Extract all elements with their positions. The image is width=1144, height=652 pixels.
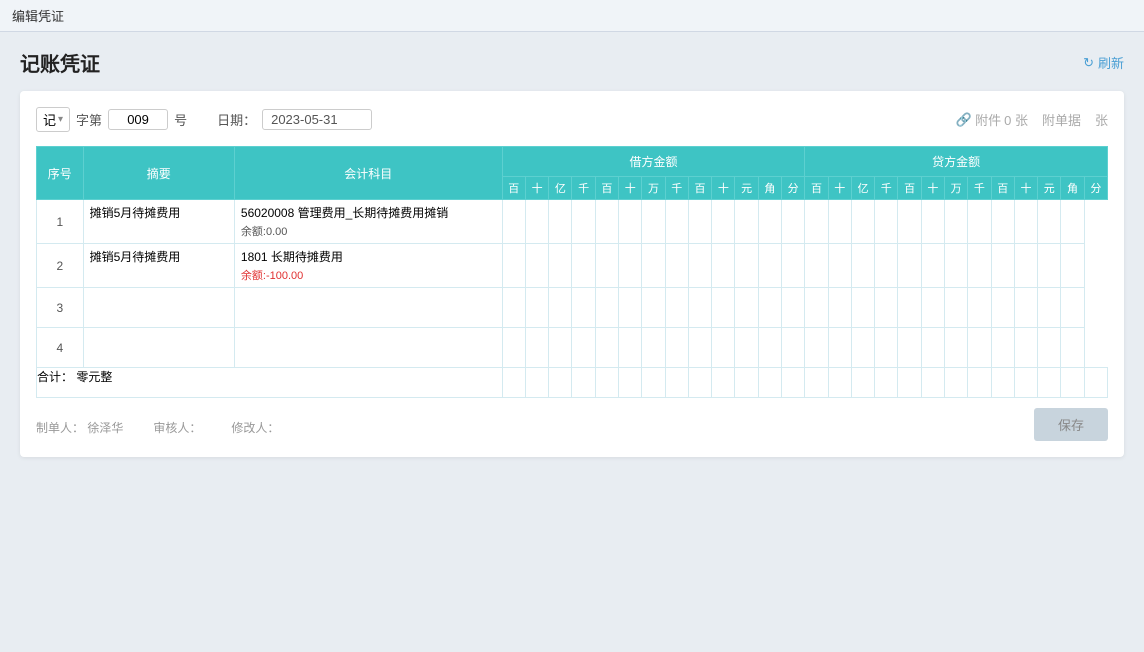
chevron-down-icon: ▾: [58, 114, 63, 125]
table-wrapper: 序号 摘要 会计科目 借方金额 贷方金额: [36, 146, 1108, 398]
ji-select[interactable]: 记 ▾: [36, 107, 70, 132]
abstract-cell[interactable]: [83, 288, 234, 328]
col-abstract-header: 摘要: [83, 147, 234, 200]
col-credit-header: 贷方金额: [805, 147, 1108, 177]
abstract-cell[interactable]: [83, 328, 234, 368]
creator-field: 制单人： 徐泽华: [36, 419, 123, 436]
number-input[interactable]: [108, 109, 168, 130]
fj-label: 附单据: [1042, 113, 1081, 128]
refresh-icon: ↻: [1083, 55, 1094, 71]
summary-label: 合计：: [37, 370, 73, 384]
date-field: 日期：: [197, 109, 372, 130]
attachment-count: 0 张: [1004, 110, 1028, 129]
right-actions: 🔗 附件 0 张 附单据 张: [956, 110, 1108, 129]
table-row: 1 摊销5月待摊费用 56020008 管理费用_长期待摊费用摊销 余额:0.0…: [37, 200, 1108, 244]
summary-cell: 合计： 零元整: [37, 368, 503, 398]
date-input[interactable]: [262, 109, 372, 130]
save-button[interactable]: 保存: [1034, 408, 1108, 441]
window-title: 编辑凭证: [12, 9, 64, 24]
abstract-cell[interactable]: 摊销5月待摊费用: [83, 244, 234, 288]
account-cell[interactable]: [234, 288, 502, 328]
ji-field: 记 ▾ 字第 号: [36, 107, 187, 132]
attachment-icon: 🔗: [956, 112, 972, 128]
col-account-header: 会计科目: [234, 147, 502, 200]
creator-value: 徐泽华: [87, 421, 123, 435]
account-cell[interactable]: 1801 长期待摊费用 余额:-100.00: [234, 244, 502, 288]
col-debit-header: 借方金额: [502, 147, 805, 177]
attachment-area: 🔗 附件 0 张: [956, 110, 1028, 129]
reviewer-field: 审核人：: [153, 419, 201, 436]
account-cell[interactable]: [234, 328, 502, 368]
seq-cell: 3: [37, 288, 84, 328]
table-header-row-1: 序号 摘要 会计科目 借方金额 贷方金额: [37, 147, 1108, 177]
attachment-label: 附件: [975, 110, 1001, 129]
main-container: 记账凭证 ↻ 刷新 记 ▾ 字第 号 日期： 🔗: [0, 32, 1144, 652]
seq-cell: 2: [37, 244, 84, 288]
table-row: 3: [37, 288, 1108, 328]
page-header: 记账凭证 ↻ 刷新: [20, 48, 1124, 77]
seq-cell: 4: [37, 328, 84, 368]
zhang-text: 张: [1095, 110, 1108, 129]
fj-button[interactable]: 附单据: [1042, 110, 1081, 129]
abstract-cell[interactable]: 摊销5月待摊费用: [83, 200, 234, 244]
footer-info: 制单人： 徐泽华 审核人： 修改人：: [36, 409, 279, 436]
voucher-card: 记 ▾ 字第 号 日期： 🔗 附件 0 张 附单据: [20, 91, 1124, 457]
zi-label: 字第: [76, 110, 102, 129]
account-cell[interactable]: 56020008 管理费用_长期待摊费用摊销 余额:0.00: [234, 200, 502, 244]
modifier-field: 修改人：: [231, 419, 279, 436]
summary-row: 合计： 零元整: [37, 368, 1108, 398]
seq-cell: 1: [37, 200, 84, 244]
table-row: 2 摊销5月待摊费用 1801 长期待摊费用 余额:-100.00: [37, 244, 1108, 288]
hao-label: 号: [174, 110, 187, 129]
form-row: 记 ▾ 字第 号 日期： 🔗 附件 0 张 附单据: [36, 107, 1108, 132]
voucher-table: 序号 摘要 会计科目 借方金额 贷方金额: [36, 146, 1108, 398]
page-title: 记账凭证: [20, 48, 100, 77]
table-row: 4: [37, 328, 1108, 368]
date-label: 日期：: [217, 110, 256, 129]
modifier-label: 修改人：: [231, 421, 279, 435]
refresh-label: 刷新: [1098, 53, 1124, 72]
reviewer-label: 审核人：: [153, 421, 201, 435]
ji-value: 记: [43, 110, 56, 129]
refresh-button[interactable]: ↻ 刷新: [1083, 53, 1124, 72]
footer-area: 制单人： 徐泽华 审核人： 修改人： 保存: [36, 398, 1108, 441]
window-title-bar: 编辑凭证: [0, 0, 1144, 32]
summary-value: 零元整: [76, 370, 112, 384]
col-seq-header: 序号: [37, 147, 84, 200]
creator-label: 制单人：: [36, 421, 84, 435]
